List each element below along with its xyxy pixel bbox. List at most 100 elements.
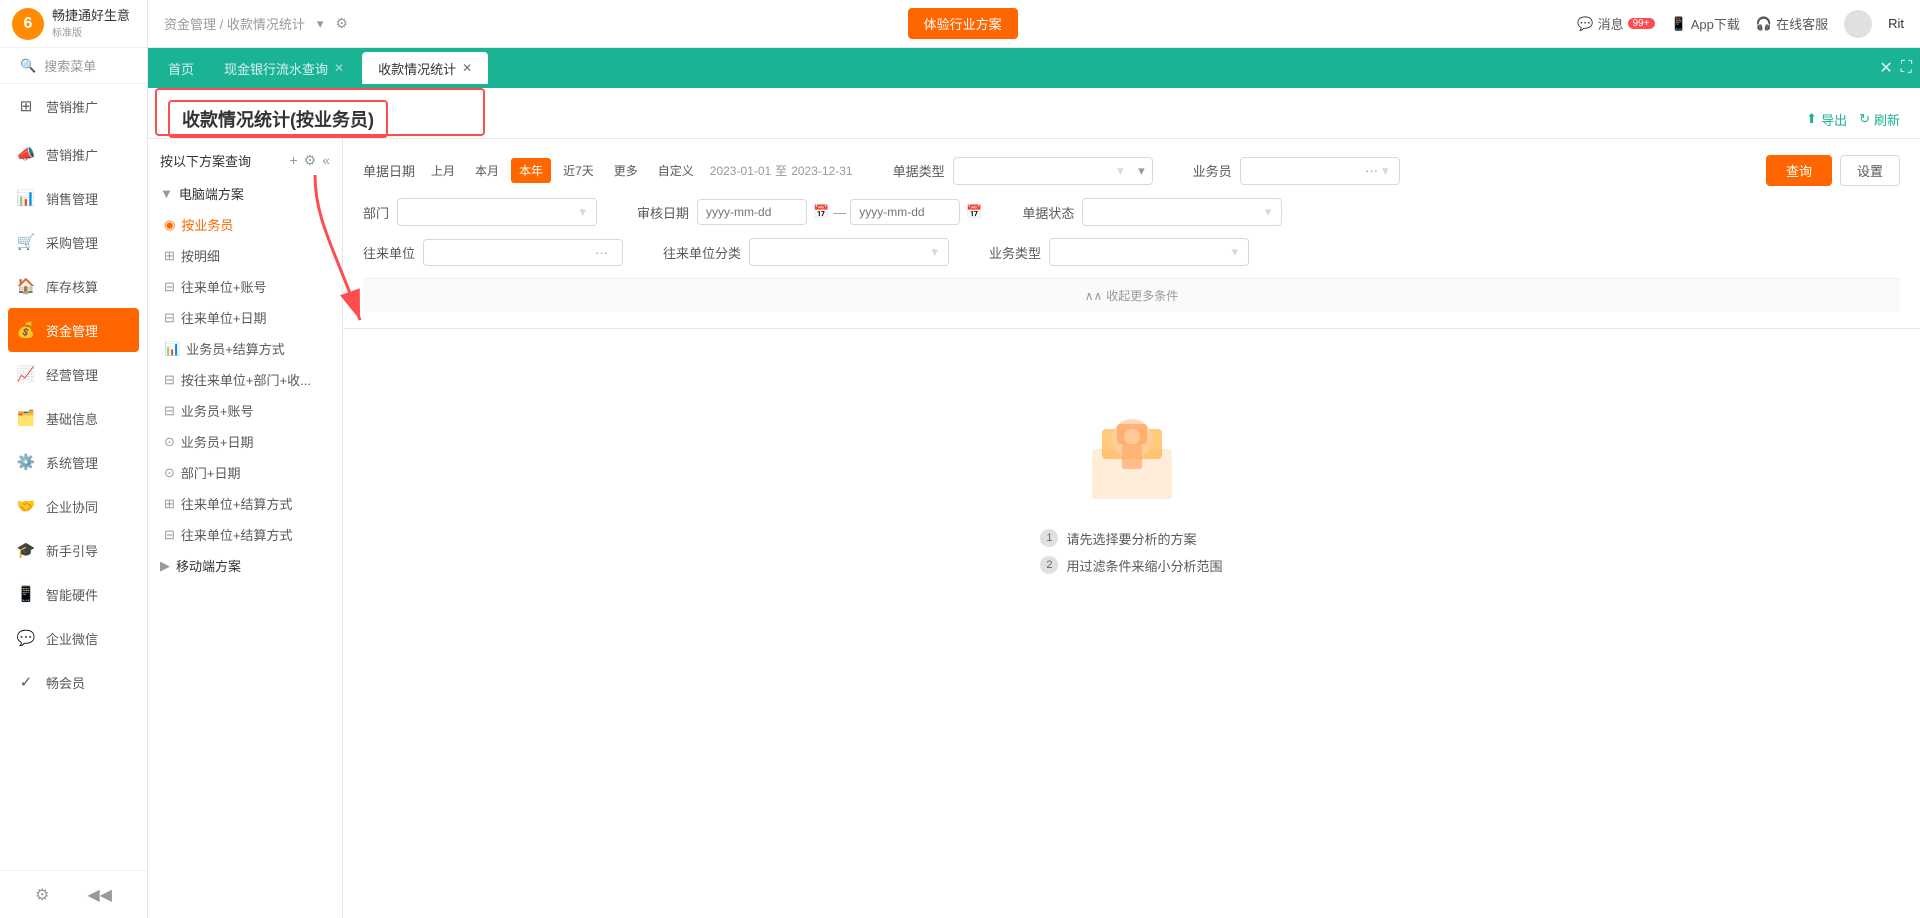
tab-bank-close[interactable]: ✕ [334, 61, 344, 75]
audit-date-to[interactable] [850, 199, 960, 225]
collapse-arrow-icon: ∧∧ [1085, 289, 1103, 303]
messages-btn[interactable]: 💬 消息 99+ [1577, 14, 1654, 33]
sidebar-item-fund[interactable]: 💰 资金管理 [8, 308, 139, 352]
audit-date-from[interactable] [697, 199, 807, 225]
settings-bottom-icon[interactable]: ⚙ [35, 885, 49, 905]
tab-custom[interactable]: 自定义 [650, 158, 702, 183]
collapse-bar[interactable]: ∧∧ 收起更多条件 [363, 278, 1900, 312]
audit-to-calendar-icon[interactable]: 📅 [966, 204, 982, 220]
user-name: Rit [1888, 16, 1904, 31]
dept-date-icon: ⊙ [164, 465, 175, 481]
mobile-category[interactable]: ▶ 移动端方案 [148, 550, 342, 581]
query-btn[interactable]: 查询 [1766, 155, 1832, 186]
basic-icon: 🗂️ [16, 409, 36, 427]
filter-counterpart-item: 往来单位 ··· [363, 239, 623, 266]
desktop-arrow-icon: ▼ [160, 186, 173, 201]
scheme-dept-date[interactable]: ⊙ 部门+日期 [148, 457, 342, 488]
scheme-unit-settle1[interactable]: ⊞ 往来单位+结算方式 [148, 488, 342, 519]
empty-illustration [1072, 389, 1192, 509]
sidebar-item-system[interactable]: ⚙️ 系统管理 [0, 440, 147, 484]
refresh-btn[interactable]: ↻ 刷新 [1859, 110, 1900, 129]
content-body: 按以下方案查询 + ⚙ « ▼ 电脑端方案 ◉ 按业务员 ⊞ 按明细 ⊟ [148, 139, 1920, 918]
staff-date-icon: ⊙ [164, 434, 175, 450]
settings-btn[interactable]: 设置 [1840, 155, 1900, 186]
audit-from-calendar-icon[interactable]: 📅 [813, 204, 829, 220]
breadcrumb-dropdown-icon[interactable]: ▾ [317, 16, 324, 32]
app-name: 畅捷通好生意 [52, 8, 130, 24]
sidebar-item-wechat[interactable]: 💬 企业微信 [0, 616, 147, 660]
panel-title: 按以下方案查询 [160, 151, 251, 170]
tab-home[interactable]: 首页 [156, 52, 206, 84]
doc-type-select[interactable]: ▾ [953, 157, 1153, 185]
scheme-staff-date[interactable]: ⊙ 业务员+日期 [148, 426, 342, 457]
counterpart-cat-select[interactable]: ▾ [749, 238, 949, 266]
export-btn[interactable]: ⬆ 导出 [1806, 110, 1847, 129]
sidebar-item-basic[interactable]: 🗂️ 基础信息 [0, 396, 147, 440]
staff-select[interactable]: ··· ▾ [1240, 157, 1400, 185]
sidebar-item-quick-nav[interactable]: ⊞ 营销推广 [0, 84, 147, 128]
message-icon: 💬 [1577, 16, 1593, 32]
sidebar-item-purchase[interactable]: 🛒 采购管理 [0, 220, 147, 264]
tab-bar-right: ✕ ⛶ [1879, 58, 1912, 78]
sidebar-item-sales[interactable]: 📊 销售管理 [0, 176, 147, 220]
quick-nav-icon: ⊞ [16, 97, 36, 115]
tab-bank[interactable]: 现金银行流水查询 ✕ [208, 52, 360, 84]
filter-dept-item: 部门 ▾ [363, 198, 597, 226]
operation-icon: 📈 [16, 365, 36, 383]
fund-icon: 💰 [16, 321, 36, 339]
scheme-unit-dept[interactable]: ⊟ 按往来单位+部门+收... [148, 364, 342, 395]
user-avatar[interactable] [1844, 10, 1872, 38]
scheme-settings-btn[interactable]: ⚙ [304, 152, 317, 169]
dept-dropdown-icon: ▾ [579, 204, 586, 220]
staff-dropdown-icon: ▾ [1382, 163, 1389, 179]
scheme-by-detail[interactable]: ⊞ 按明细 [148, 240, 342, 271]
main-area: 资金管理 / 收款情况统计 ▾ ⚙ 体验行业方案 💬 消息 99+ 📱 App下… [148, 0, 1920, 918]
refresh-icon: ↻ [1859, 111, 1870, 127]
scheme-staff-settle[interactable]: 📊 业务员+结算方式 [148, 333, 342, 364]
tab-this-year[interactable]: 本年 [511, 158, 551, 183]
tab-receipt[interactable]: 收款情况统计 ✕ [362, 52, 488, 84]
unit-settle1-icon: ⊞ [164, 496, 175, 512]
sidebar-item-operation[interactable]: 📈 经营管理 [0, 352, 147, 396]
search-menu-item[interactable]: 🔍 搜索菜单 [0, 48, 147, 84]
by-detail-icon: ⊞ [164, 248, 175, 264]
tab-this-month[interactable]: 本月 [467, 158, 507, 183]
desktop-category[interactable]: ▼ 电脑端方案 [148, 178, 342, 209]
trial-btn[interactable]: 体验行业方案 [908, 8, 1018, 39]
sidebar-item-inventory[interactable]: 🏠 库存核算 [0, 264, 147, 308]
doc-status-select[interactable]: ▾ [1082, 198, 1282, 226]
tab-prev-month[interactable]: 上月 [423, 158, 463, 183]
scheme-staff-account[interactable]: ⊟ 业务员+账号 [148, 395, 342, 426]
biz-type-select[interactable]: ▾ [1049, 238, 1249, 266]
unit-dept-icon: ⊟ [164, 372, 175, 388]
date-range-display: 2023-01-01 至 2023-12-31 [710, 162, 853, 179]
sidebar-item-hardware[interactable]: 📱 智能硬件 [0, 572, 147, 616]
collapse-panel-btn[interactable]: « [322, 152, 330, 169]
tab-receipt-close[interactable]: ✕ [462, 61, 472, 75]
unit-settle2-icon: ⊟ [164, 527, 175, 543]
marketing-icon: 📣 [16, 145, 36, 163]
collapse-sidebar-icon[interactable]: ◀◀ [87, 885, 112, 905]
sidebar-item-corp[interactable]: 🤝 企业协同 [0, 484, 147, 528]
dept-select[interactable]: ▾ [397, 198, 597, 226]
doc-type-wrapper: ▾ [953, 157, 1153, 185]
online-service-btn[interactable]: 🎧 在线客服 [1756, 14, 1828, 33]
empty-state: 1 请先选择要分析的方案 2 用过滤条件来缩小分析范围 [343, 329, 1920, 918]
header-gear-icon[interactable]: ⚙ [335, 15, 348, 32]
close-window-btn[interactable]: ✕ [1879, 58, 1892, 78]
scheme-unit-account[interactable]: ⊟ 往来单位+账号 [148, 271, 342, 302]
staff-label: 业务员 [1193, 161, 1232, 180]
tab-last7[interactable]: 近7天 [555, 158, 602, 183]
sidebar-item-guide[interactable]: 🎓 新手引导 [0, 528, 147, 572]
scheme-unit-date[interactable]: ⊟ 往来单位+日期 [148, 302, 342, 333]
tab-more[interactable]: 更多 [606, 158, 646, 183]
scheme-by-staff[interactable]: ◉ 按业务员 [148, 209, 342, 240]
app-download-btn[interactable]: 📱 App下载 [1671, 14, 1740, 33]
maximize-window-btn[interactable]: ⛶ [1901, 59, 1912, 77]
add-scheme-btn[interactable]: + [289, 152, 297, 169]
scheme-unit-settle2[interactable]: ⊟ 往来单位+结算方式 [148, 519, 342, 550]
counterpart-input[interactable]: ··· [423, 239, 623, 266]
sidebar-item-marketing[interactable]: 📣 营销推广 [0, 132, 147, 176]
sidebar-item-member[interactable]: ✓ 畅会员 [0, 660, 147, 704]
panel-header: 按以下方案查询 + ⚙ « [148, 151, 342, 178]
